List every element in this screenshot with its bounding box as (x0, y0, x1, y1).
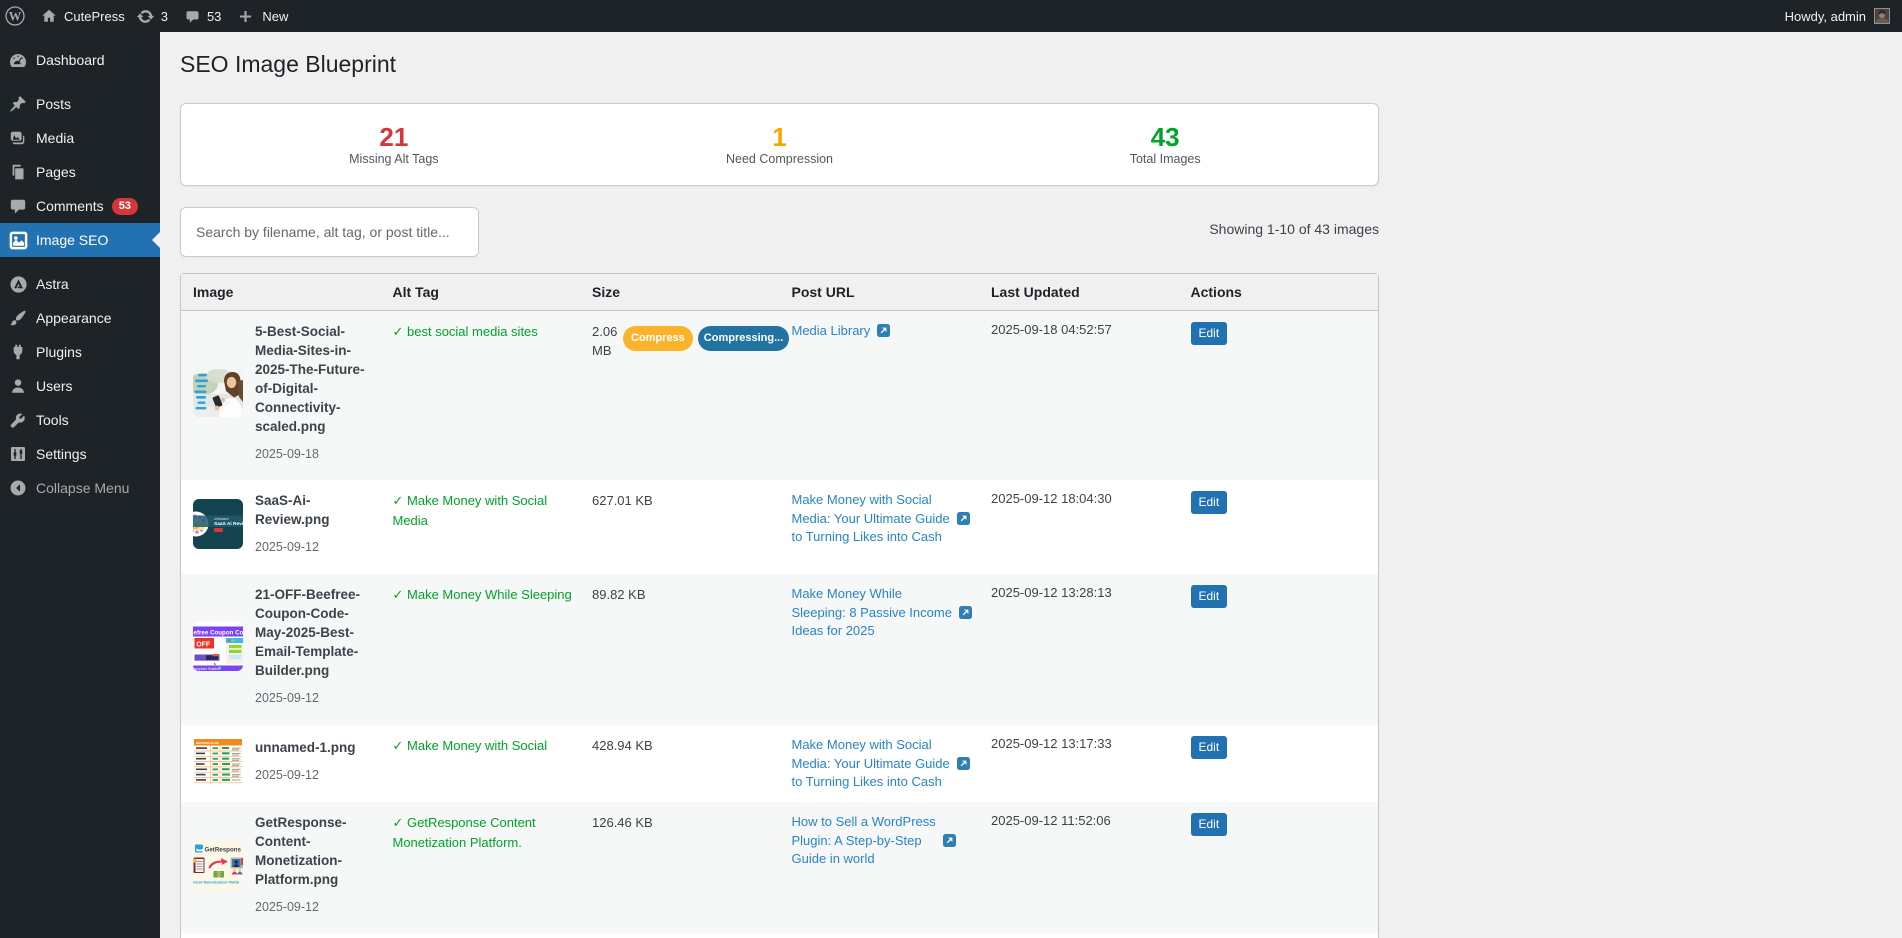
svg-text:HOSTING PLAN: HOSTING PLAN (196, 741, 219, 745)
svg-text:ntent Monetization Platfo: ntent Monetization Platfo (193, 879, 240, 884)
svg-text:efree Coupon Co: efree Coupon Co (194, 630, 244, 637)
svg-text:Unbiased: Unbiased (214, 517, 228, 521)
svg-text:W: W (9, 9, 22, 23)
svg-text:GetRespons: GetRespons (205, 846, 242, 853)
svg-text:SaaS Ai Review: SaaS Ai Review (214, 521, 243, 527)
svg-text:OFF: OFF (196, 642, 211, 649)
svg-text:emplate Builder: emplate Builder (195, 667, 221, 671)
